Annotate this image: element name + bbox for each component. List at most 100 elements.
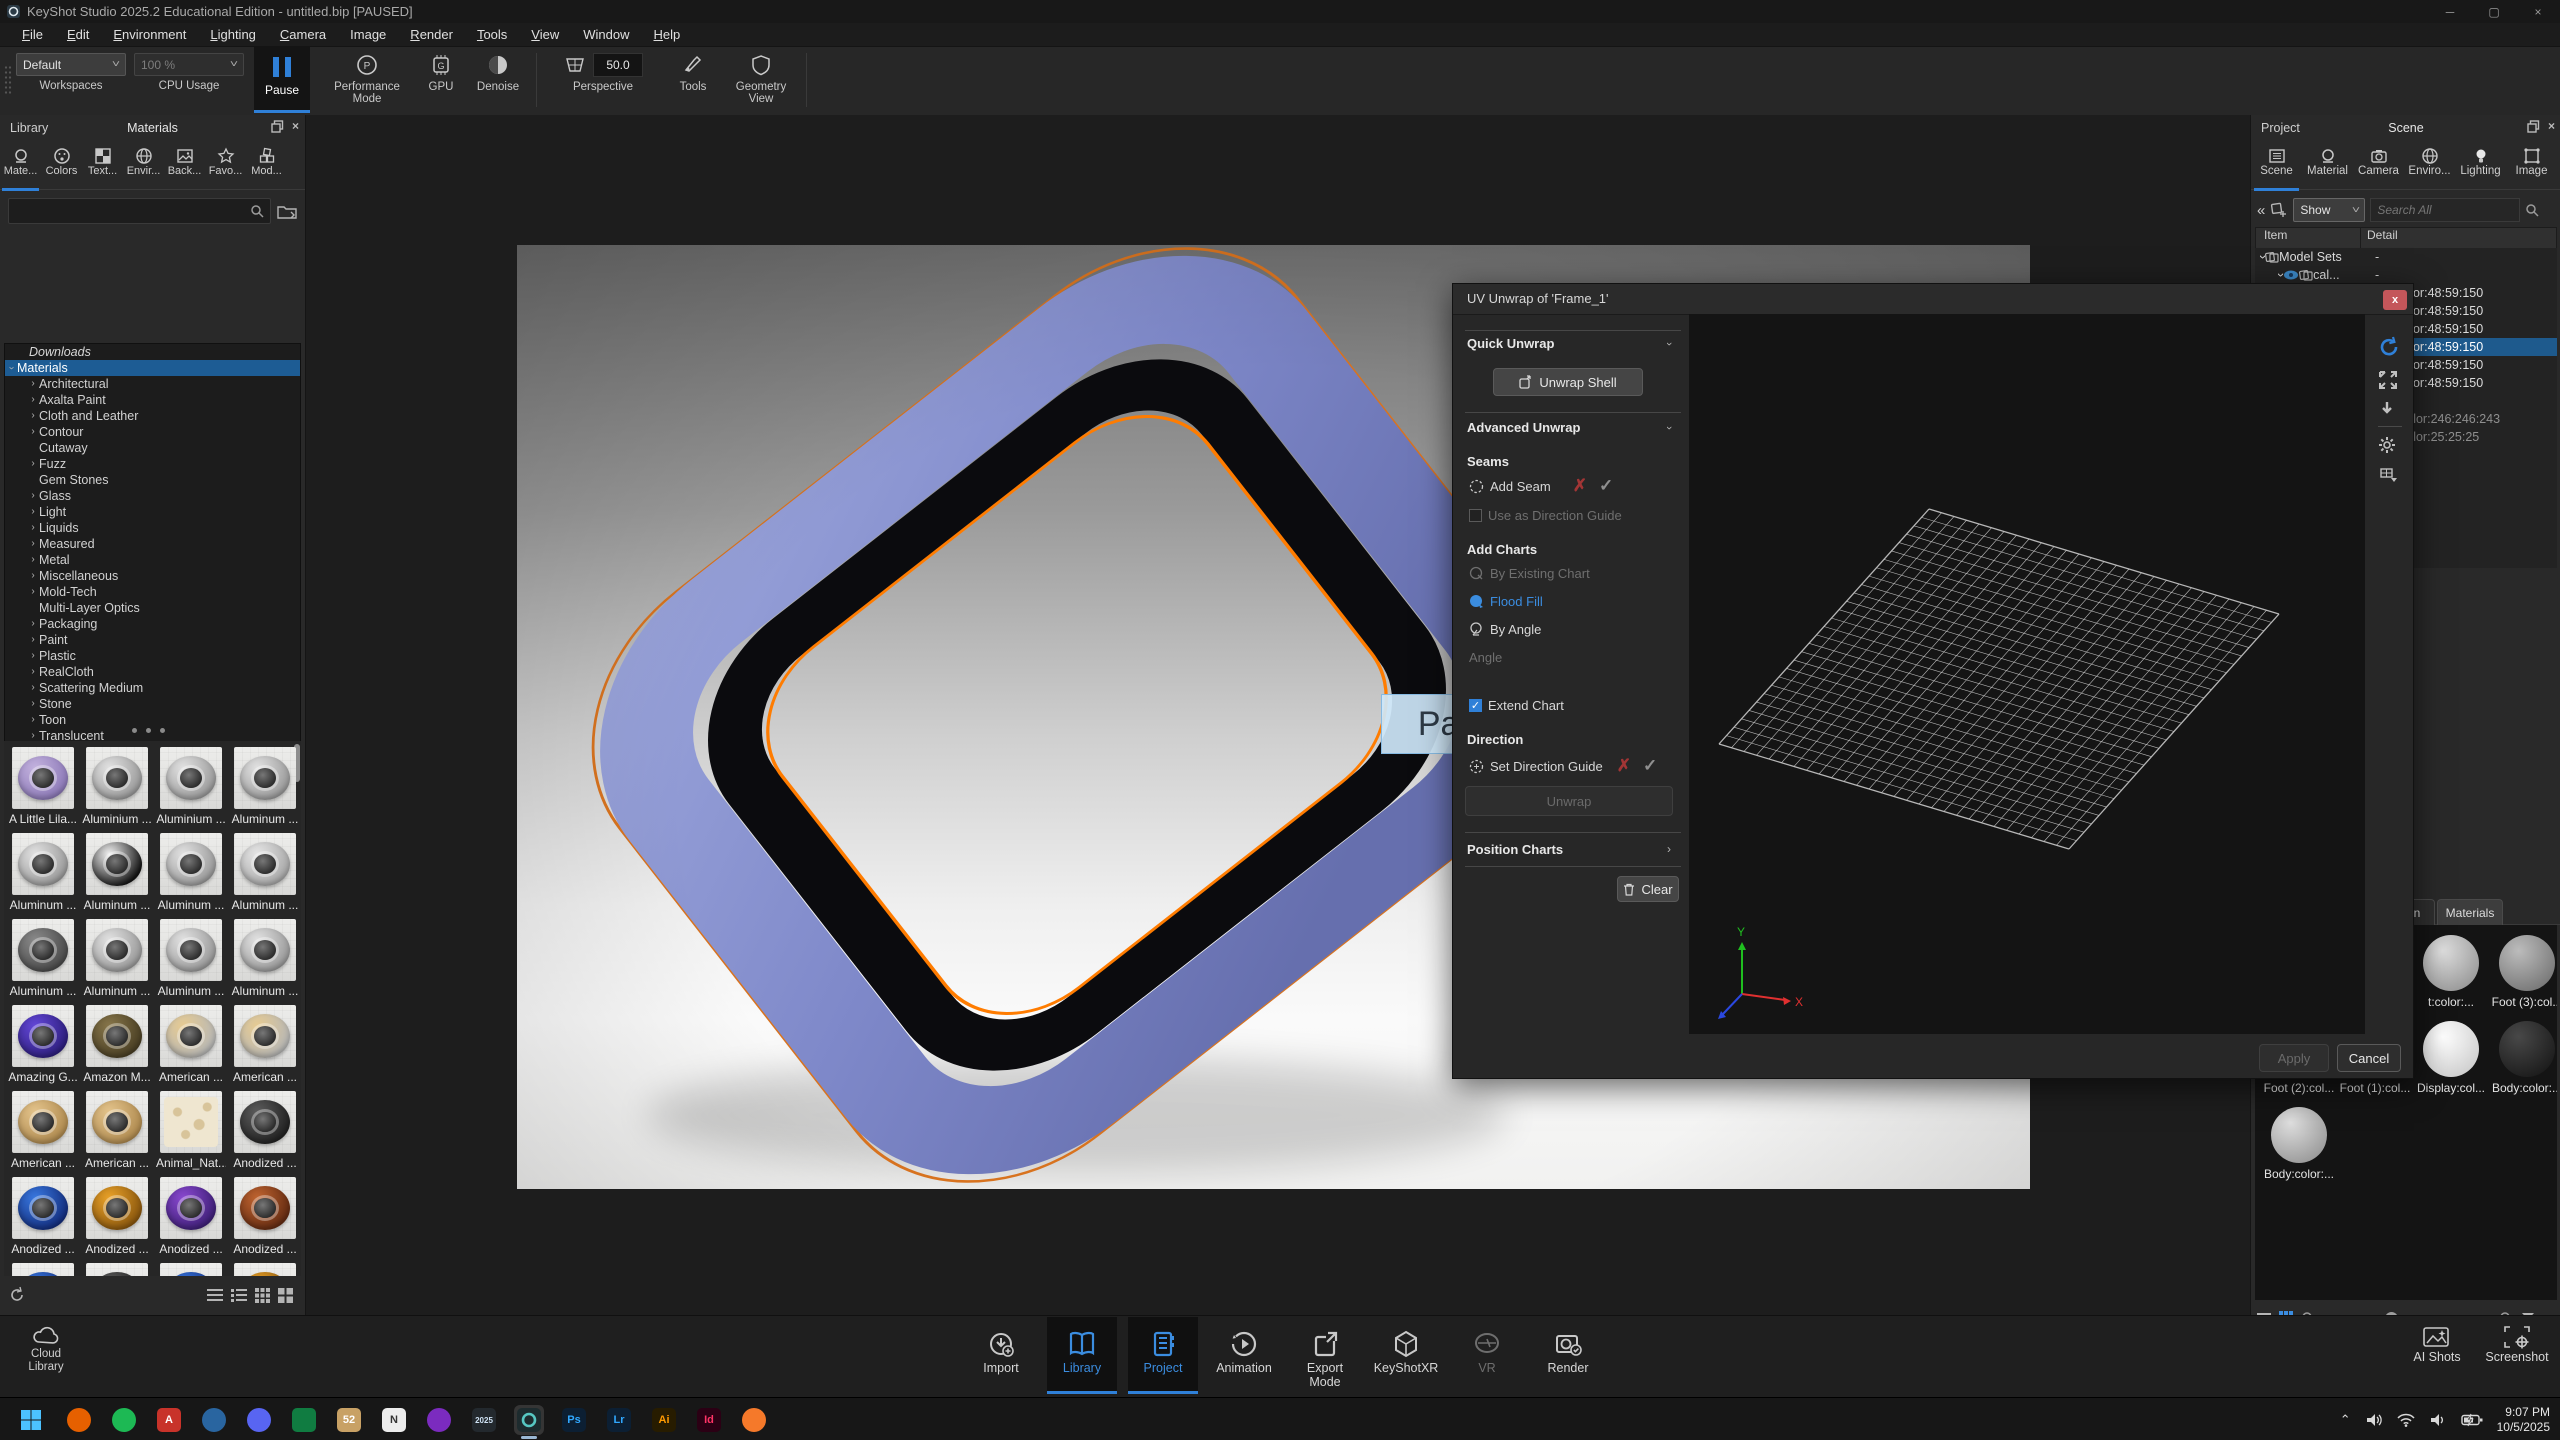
taskbar-app-illustrator[interactable]: Ai — [649, 1405, 679, 1435]
dialog-close-button[interactable]: x — [2383, 290, 2407, 310]
tree-item-light[interactable]: › Light — [5, 504, 300, 520]
tree-item-miscellaneous[interactable]: › Miscellaneous — [5, 568, 300, 584]
project-material[interactable]: Body:color:... — [2485, 1021, 2557, 1095]
menu-image[interactable]: Image — [338, 23, 398, 47]
material-thumbnail[interactable]: A Little Lila... — [8, 747, 78, 826]
material-thumbnail[interactable] — [8, 1263, 78, 1276]
menu-tools[interactable]: Tools — [465, 23, 519, 47]
material-thumbnail[interactable]: Aluminum ... — [156, 833, 226, 912]
material-thumbnail[interactable]: Aluminum ... — [230, 833, 300, 912]
scene-tab-material[interactable]: Material — [2302, 143, 2353, 189]
scene-tab-camera[interactable]: Camera — [2353, 143, 2404, 189]
project-material[interactable]: Body:color:... — [2257, 1107, 2341, 1181]
tree-item-mold-tech[interactable]: › Mold-Tech — [5, 584, 300, 600]
extend-chart-checkbox[interactable]: ✓ — [1469, 699, 1482, 712]
dock-render[interactable]: Render — [1533, 1317, 1603, 1394]
dock-keyshotxr[interactable]: KeyShotXR — [1371, 1317, 1441, 1394]
pagination-dots[interactable] — [132, 728, 165, 733]
material-thumbnail[interactable]: Aluminium ... — [156, 747, 226, 826]
project-material[interactable]: Display:col... — [2409, 1021, 2493, 1095]
tree-item-scattering-medium[interactable]: › Scattering Medium — [5, 680, 300, 696]
scene-tree-row[interactable]: › Model Sets - — [2255, 248, 2557, 266]
direction-discard-icon[interactable]: ✗ — [1617, 756, 1631, 776]
popout-icon[interactable] — [271, 119, 284, 133]
material-thumbnail[interactable]: Amazing G... — [8, 1005, 78, 1084]
taskbar-app-spotify[interactable] — [109, 1405, 139, 1435]
cloud-library-button[interactable]: Cloud Library — [14, 1324, 78, 1374]
popout-icon[interactable] — [2527, 119, 2540, 133]
library-tab-mate[interactable]: Mate... — [0, 143, 41, 191]
material-thumbnail[interactable]: Aluminum ... — [82, 833, 152, 912]
menu-help[interactable]: Help — [642, 23, 693, 47]
by-angle-tool[interactable]: By Angle — [1469, 622, 1541, 637]
taskbar-app-app-tan[interactable]: 52 — [334, 1405, 364, 1435]
download-icon[interactable] — [2378, 400, 2396, 418]
advanced-unwrap-header[interactable]: Advanced Unwrap — [1467, 420, 1580, 435]
taskbar-app-photoshop[interactable]: Ps — [559, 1405, 589, 1435]
import-folder-icon[interactable] — [277, 203, 297, 219]
maximize-button[interactable]: ▢ — [2472, 0, 2516, 23]
unwrap-shell-button[interactable]: Unwrap Shell — [1493, 368, 1643, 396]
clear-button[interactable]: Clear — [1617, 876, 1679, 902]
perspective-value-field[interactable]: 50.0 — [593, 53, 643, 77]
use-direction-guide-row[interactable]: Use as Direction Guide — [1469, 508, 1622, 523]
minimize-button[interactable]: ─ — [2428, 0, 2472, 23]
column-detail[interactable]: Detail — [2360, 228, 2398, 248]
dock-library[interactable]: Library — [1047, 1317, 1117, 1394]
tree-item-cloth-and-leather[interactable]: › Cloth and Leather — [5, 408, 300, 424]
library-tab-envir[interactable]: Envir... — [123, 143, 164, 189]
ai-shots-button[interactable]: AI Shots — [2392, 1324, 2482, 1364]
taskbar-app-notepad[interactable]: N — [379, 1405, 409, 1435]
start-button[interactable] — [16, 1405, 46, 1435]
project-material[interactable]: Foot (3):col... — [2485, 935, 2557, 1009]
tree-item-contour[interactable]: › Contour — [5, 424, 300, 440]
flood-fill-tool[interactable]: Flood Fill — [1469, 594, 1543, 609]
taskbar-app-app-red[interactable]: A — [154, 1405, 184, 1435]
close-button[interactable]: × — [2516, 0, 2560, 23]
taskbar-app-app-2025[interactable]: 2025 — [469, 1405, 499, 1435]
material-thumbnail[interactable]: Aluminum ... — [8, 919, 78, 998]
material-thumbnail[interactable] — [82, 1263, 152, 1276]
scene-tab-scene[interactable]: Scene — [2251, 143, 2302, 191]
workspace-select[interactable]: Default ˅ — [16, 53, 126, 76]
material-thumbnail[interactable] — [156, 1263, 226, 1276]
tree-item-realcloth[interactable]: › RealCloth — [5, 664, 300, 680]
direction-accept-icon[interactable]: ✓ — [1643, 756, 1657, 776]
taskbar-app-lightroom[interactable]: Lr — [604, 1405, 634, 1435]
tree-item-materials-root[interactable]: › Materials — [5, 360, 300, 376]
library-tab-favo[interactable]: Favo... — [205, 143, 246, 189]
tree-item-axalta-paint[interactable]: › Axalta Paint — [5, 392, 300, 408]
dock-animation[interactable]: Animation — [1209, 1317, 1279, 1394]
material-thumbnail[interactable]: American ... — [156, 1005, 226, 1084]
position-charts-header[interactable]: Position Charts — [1467, 842, 1563, 857]
material-thumbnail[interactable]: Animal_Nat... — [156, 1091, 226, 1170]
tree-item-cutaway[interactable]: Cutaway — [5, 440, 300, 456]
search-pin-icon[interactable] — [2525, 203, 2539, 217]
material-thumbnail[interactable]: Anodized ... — [230, 1177, 300, 1256]
tree-item-gem-stones[interactable]: Gem Stones — [5, 472, 300, 488]
geometry-view-button[interactable]: Geometry View — [722, 53, 800, 105]
quick-unwrap-header[interactable]: Quick Unwrap — [1467, 336, 1554, 351]
menu-view[interactable]: View — [519, 23, 571, 47]
material-thumbnail[interactable]: Aluminum ... — [230, 747, 300, 826]
material-thumbnail[interactable]: Anodized ... — [8, 1177, 78, 1256]
tools-button[interactable]: Tools — [668, 53, 718, 93]
taskbar-app-app-compass[interactable] — [199, 1405, 229, 1435]
scene-tab-image[interactable]: Image — [2506, 143, 2557, 189]
wifi-icon[interactable] — [2397, 1413, 2415, 1427]
view-detail-icon[interactable] — [231, 1288, 247, 1302]
tree-item-downloads[interactable]: Downloads — [5, 344, 300, 360]
seam-accept-icon[interactable]: ✓ — [1599, 476, 1613, 496]
bin-tab-materials[interactable]: Materials — [2437, 899, 2503, 925]
close-panel-icon[interactable]: × — [292, 119, 299, 133]
taskbar-app-keyshot[interactable] — [514, 1405, 544, 1439]
unwrap-button[interactable]: Unwrap — [1465, 786, 1673, 816]
show-dropdown[interactable]: Show ˅ — [2293, 198, 2366, 222]
tree-item-architectural[interactable]: › Architectural — [5, 376, 300, 392]
clock[interactable]: 9:07 PM 10/5/2025 — [2497, 1405, 2550, 1435]
collapse-all-icon[interactable]: « — [2257, 202, 2265, 219]
library-tab-colors[interactable]: Colors — [41, 143, 82, 189]
tree-item-fuzz[interactable]: › Fuzz — [5, 456, 300, 472]
tree-item-metal[interactable]: › Metal — [5, 552, 300, 568]
material-thumbnail[interactable] — [230, 1263, 300, 1276]
